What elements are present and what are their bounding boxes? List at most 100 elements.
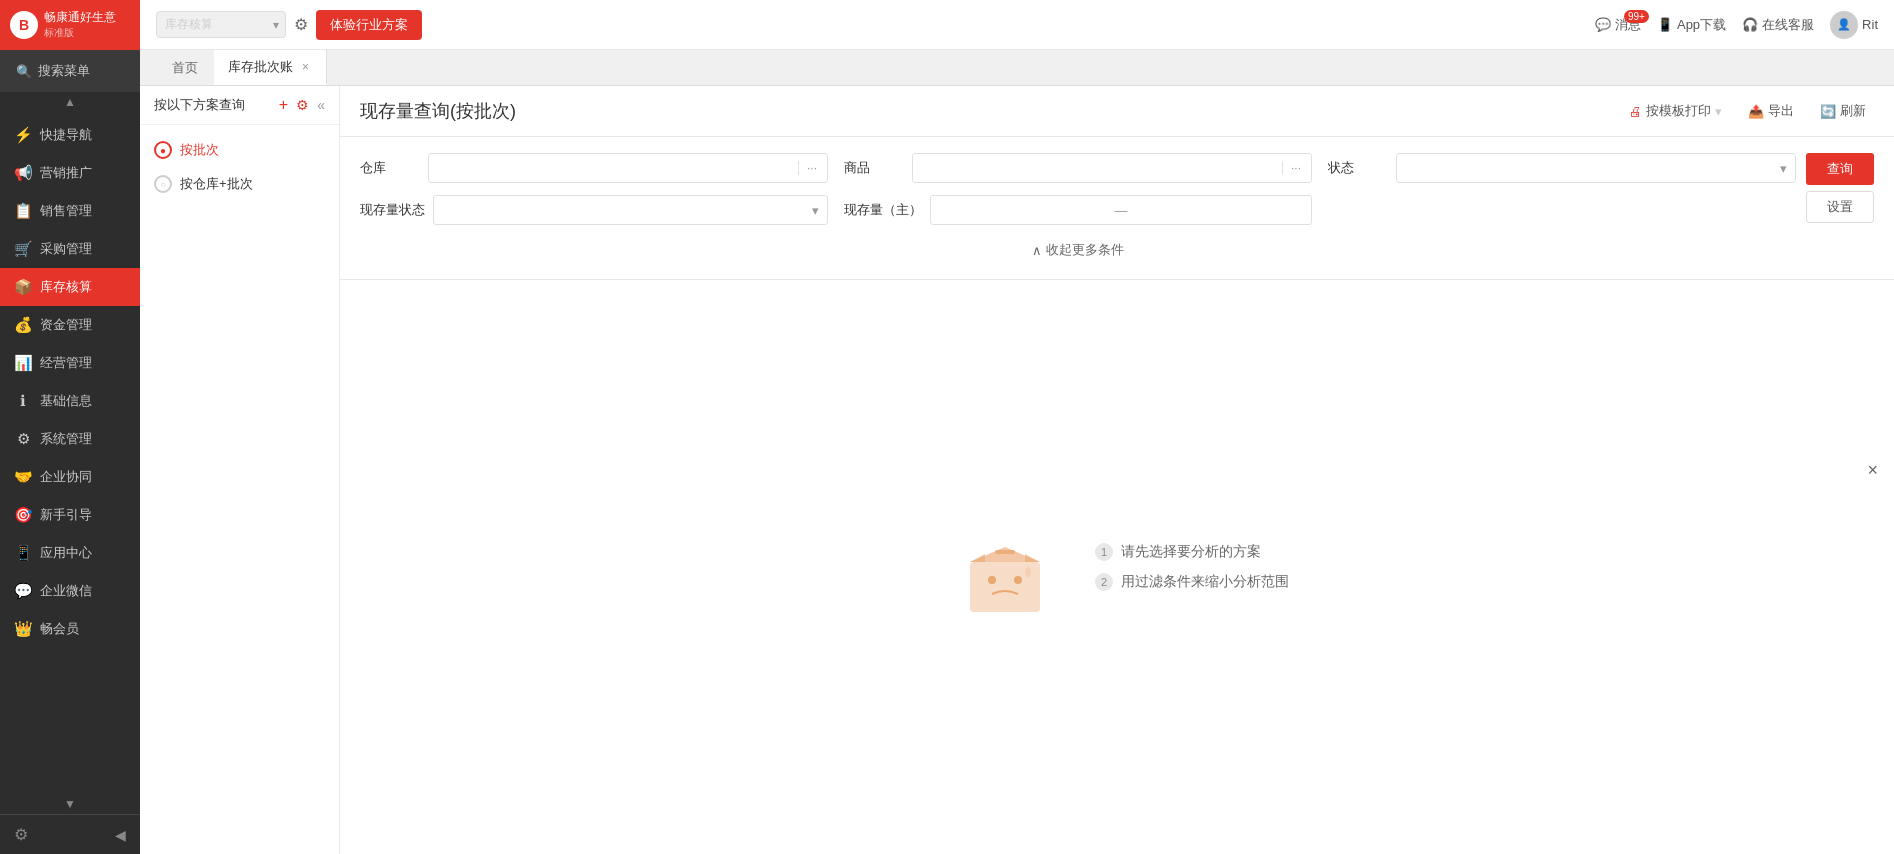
print-btn[interactable]: 🖨 按模板打印 ▾ bbox=[1621, 98, 1730, 124]
sidebar-item-finance[interactable]: 💰 资金管理 bbox=[0, 306, 140, 344]
empty-message-2: 2 用过滤条件来缩小分析范围 bbox=[1095, 573, 1289, 591]
online-service-label: 在线客服 bbox=[1762, 16, 1814, 34]
experience-btn[interactable]: 体验行业方案 bbox=[316, 10, 422, 40]
inventory-icon: 📦 bbox=[14, 278, 32, 296]
sidebar-scroll-down-btn[interactable]: ▼ bbox=[0, 792, 140, 816]
query-btn[interactable]: 查询 bbox=[1806, 153, 1874, 185]
collapse-conditions-btn[interactable]: ∧ 收起更多条件 bbox=[360, 237, 1796, 263]
msg-num-1: 1 bbox=[1095, 543, 1113, 561]
warehouse-dots-btn[interactable]: ··· bbox=[798, 161, 817, 175]
svg-marker-2 bbox=[970, 554, 985, 562]
tab-inventory-batch[interactable]: 库存批次账 × bbox=[214, 50, 327, 85]
sidebar-item-enterprise[interactable]: 🤝 企业协同 bbox=[0, 458, 140, 496]
warehouse-field: 仓库 ··· bbox=[360, 153, 828, 183]
phone-icon: 📱 bbox=[1657, 17, 1673, 32]
tab-label-inventory-batch: 库存批次账 bbox=[228, 58, 293, 76]
tab-close-btn[interactable]: × bbox=[299, 59, 312, 75]
sidebar-item-quick-nav[interactable]: ⚡ 快捷导航 bbox=[0, 116, 140, 154]
sidebar-item-purchase[interactable]: 🛒 采购管理 bbox=[0, 230, 140, 268]
warehouse-input[interactable]: ··· bbox=[428, 153, 828, 183]
filter-add-btn[interactable]: + bbox=[279, 97, 288, 113]
topbar-gear-icon[interactable]: ⚙ bbox=[294, 15, 308, 34]
collapse-up-icon: ∧ bbox=[1032, 243, 1042, 258]
enterprise-icon: 🤝 bbox=[14, 468, 32, 486]
footer-settings-icon[interactable]: ⚙ bbox=[14, 825, 28, 844]
empty-svg-illustration bbox=[950, 512, 1060, 622]
filter-item-by-batch[interactable]: ● 按批次 bbox=[140, 133, 339, 167]
user-avatar: 👤 bbox=[1830, 11, 1858, 39]
product-label: 商品 bbox=[844, 159, 904, 177]
print-icon: 🖨 bbox=[1629, 104, 1642, 119]
sidebar-header: B 畅康通好生意 标准版 bbox=[0, 0, 140, 50]
sidebar-item-label-app-center: 应用中心 bbox=[40, 544, 92, 562]
sidebar-item-newbie[interactable]: 🎯 新手引导 bbox=[0, 496, 140, 534]
inventory-qty-dash: — bbox=[1115, 203, 1128, 218]
sidebar-item-label-system: 系统管理 bbox=[40, 430, 92, 448]
sidebar-item-app-center[interactable]: 📱 应用中心 bbox=[0, 534, 140, 572]
sidebar-item-system[interactable]: ⚙ 系统管理 bbox=[0, 420, 140, 458]
status-select-input[interactable]: 全部 正常 不足 超量 bbox=[1397, 156, 1795, 181]
sidebar-item-label-enterprise: 企业协同 bbox=[40, 468, 92, 486]
sidebar-item-label-basic-info: 基础信息 bbox=[40, 392, 92, 410]
footer-collapse-icon[interactable]: ◀ bbox=[115, 827, 126, 843]
sidebar-item-enterprise-wechat[interactable]: 💬 企业微信 bbox=[0, 572, 140, 610]
filter-label-by-warehouse-batch: 按仓库+批次 bbox=[180, 175, 253, 193]
search-menu-btn[interactable]: 🔍 搜索菜单 bbox=[10, 58, 130, 84]
svg-point-5 bbox=[988, 576, 996, 584]
filter-label-by-batch: 按批次 bbox=[180, 141, 219, 159]
app-download-item[interactable]: 📱 App下载 bbox=[1657, 16, 1726, 34]
sidebar-item-inventory[interactable]: 📦 库存核算 bbox=[0, 268, 140, 306]
breadcrumb-input[interactable]: 库存核算 ▾ bbox=[156, 11, 286, 38]
purchase-icon: 🛒 bbox=[14, 240, 32, 258]
inventory-status-select[interactable]: 全部 正常 ▾ bbox=[433, 195, 828, 225]
sidebar-item-label-purchase: 采购管理 bbox=[40, 240, 92, 258]
refresh-label: 刷新 bbox=[1840, 102, 1866, 120]
product-input[interactable]: ··· bbox=[912, 153, 1312, 183]
sidebar-scroll-up-btn[interactable]: ▲ bbox=[0, 90, 140, 114]
main-content-wrapper: 现存量查询(按批次) 🖨 按模板打印 ▾ 📤 导出 🔄 刷新 bbox=[340, 86, 1894, 854]
enterprise-wechat-icon: 💬 bbox=[14, 582, 32, 600]
sidebar-item-member[interactable]: 👑 畅会员 bbox=[0, 610, 140, 648]
inventory-status-select-input[interactable]: 全部 正常 bbox=[434, 198, 827, 223]
tab-home[interactable]: 首页 bbox=[156, 50, 214, 85]
message-item[interactable]: 💬 消息 99+ bbox=[1595, 16, 1641, 34]
sidebar-item-operations[interactable]: 📊 经营管理 bbox=[0, 344, 140, 382]
filter-item-by-warehouse-batch[interactable]: ○ 按仓库+批次 bbox=[140, 167, 339, 201]
refresh-btn[interactable]: 🔄 刷新 bbox=[1812, 98, 1874, 124]
query-fields-area: 仓库 ··· 商品 ··· bbox=[360, 153, 1796, 263]
filter-settings-btn[interactable]: ⚙ bbox=[296, 97, 309, 113]
filter-list: ● 按批次 ○ 按仓库+批次 bbox=[140, 125, 339, 209]
settings-btn[interactable]: 设置 bbox=[1806, 191, 1874, 223]
finance-icon: 💰 bbox=[14, 316, 32, 334]
operations-icon: 📊 bbox=[14, 354, 32, 372]
export-btn[interactable]: 📤 导出 bbox=[1740, 98, 1802, 124]
main-area: 库存核算 ▾ ⚙ 体验行业方案 💬 消息 99+ 📱 App下载 🎧 在线客服 bbox=[140, 0, 1894, 854]
topbar: 库存核算 ▾ ⚙ 体验行业方案 💬 消息 99+ 📱 App下载 🎧 在线客服 bbox=[140, 0, 1894, 50]
product-field: 商品 ··· bbox=[844, 153, 1312, 183]
empty-illustration bbox=[945, 507, 1065, 627]
app-name: 畅康通好生意 bbox=[44, 10, 116, 26]
sidebar-item-label-enterprise-wechat: 企业微信 bbox=[40, 582, 92, 600]
status-select[interactable]: 全部 正常 不足 超量 ▾ bbox=[1396, 153, 1796, 183]
empty-state: 1 请先选择要分析的方案 2 用过滤条件来缩小分析范围 bbox=[340, 280, 1894, 854]
tab-bar: 首页 库存批次账 × bbox=[140, 50, 1894, 86]
app-center-icon: 📱 bbox=[14, 544, 32, 562]
user-item[interactable]: 👤 Rit bbox=[1830, 11, 1878, 39]
filter-collapse-btn[interactable]: « bbox=[317, 97, 325, 113]
app-version: 标准版 bbox=[44, 26, 116, 40]
filter-panel: 按以下方案查询 + ⚙ « ● 按批次 ○ 按仓库+批次 bbox=[140, 86, 340, 854]
sidebar-item-marketing[interactable]: 📢 营销推广 bbox=[0, 154, 140, 192]
sidebar-item-label-quick-nav: 快捷导航 bbox=[40, 126, 92, 144]
sidebar-item-basic-info[interactable]: ℹ 基础信息 bbox=[0, 382, 140, 420]
sidebar-item-label-sales: 销售管理 bbox=[40, 202, 92, 220]
inventory-qty-range[interactable]: — bbox=[930, 195, 1312, 225]
sidebar-footer: ⚙ ◀ bbox=[0, 814, 140, 854]
sidebar: B 畅康通好生意 标准版 🔍 搜索菜单 ▲ ⚡ 快捷导航 📢 营销推广 📋 销售… bbox=[0, 0, 140, 854]
online-service-item[interactable]: 🎧 在线客服 bbox=[1742, 16, 1814, 34]
sidebar-search[interactable]: 🔍 搜索菜单 bbox=[0, 50, 140, 92]
product-dots-btn[interactable]: ··· bbox=[1282, 161, 1301, 175]
page-close-btn[interactable]: × bbox=[1867, 460, 1878, 481]
page-title: 现存量查询(按批次) bbox=[360, 99, 516, 123]
sidebar-item-sales[interactable]: 📋 销售管理 bbox=[0, 192, 140, 230]
app-name-block: 畅康通好生意 标准版 bbox=[44, 10, 116, 40]
